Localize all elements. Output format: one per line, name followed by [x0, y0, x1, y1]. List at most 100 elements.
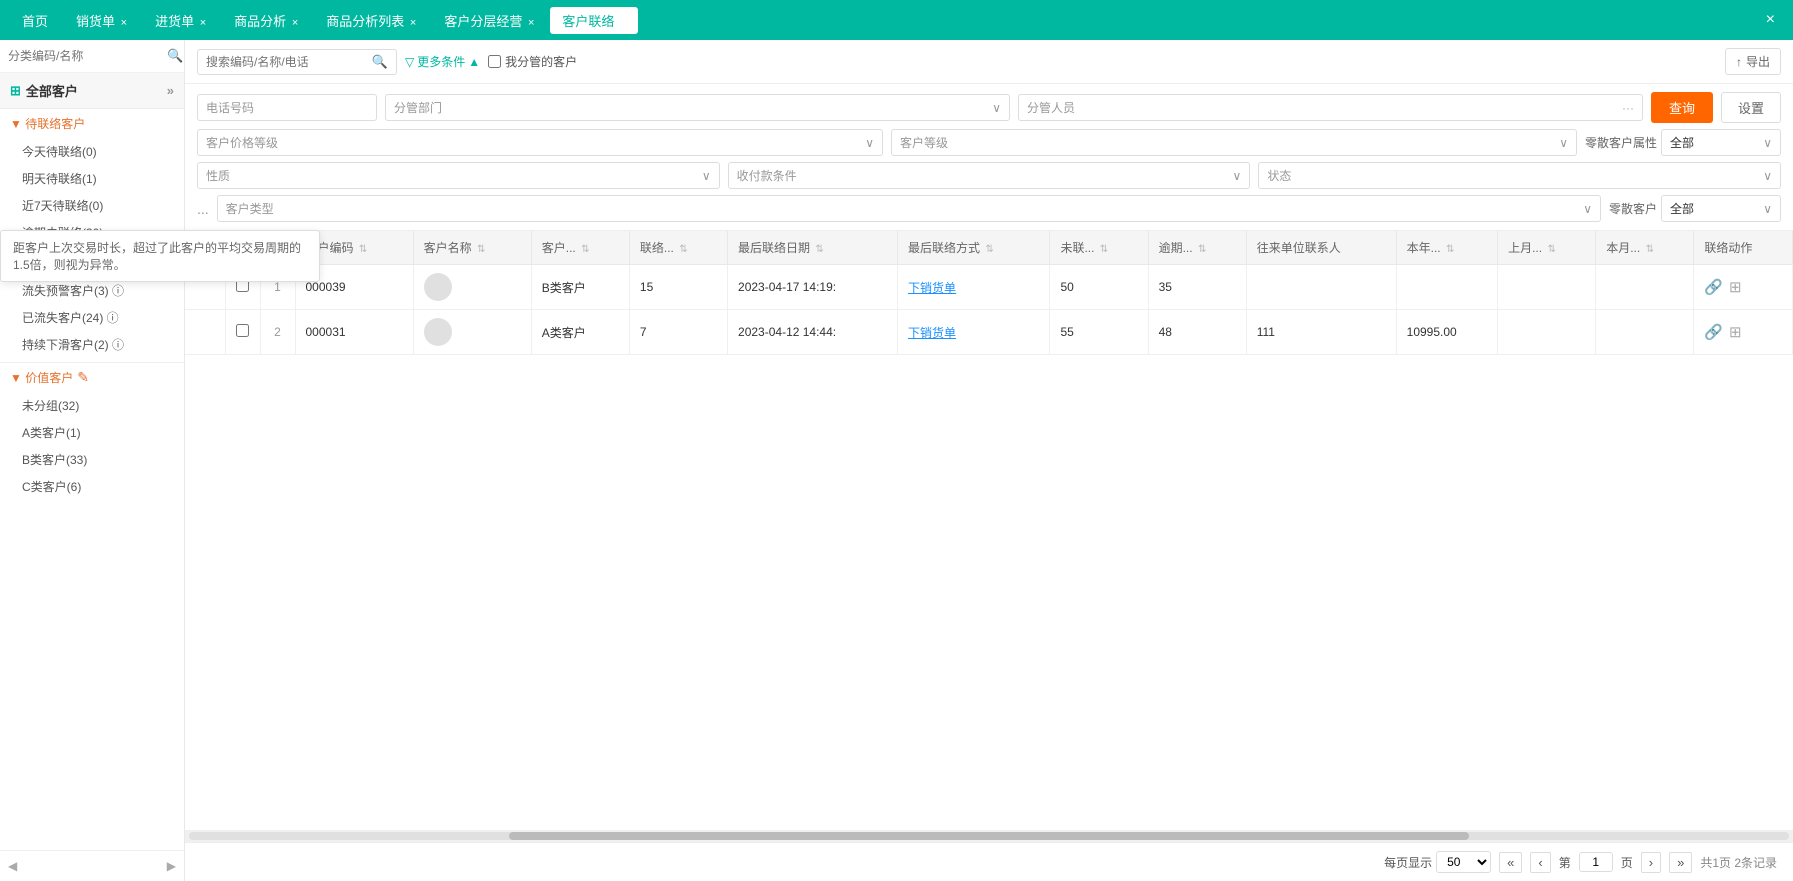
my-customer-checkbox[interactable]	[488, 55, 501, 68]
th-action: 联络动作	[1694, 231, 1793, 265]
sidebar-item-class-b[interactable]: B类客户(33)	[0, 446, 184, 473]
sort-code-icon[interactable]: ⇅	[359, 244, 367, 255]
sidebar-item-tomorrow[interactable]: 明天待联络(1)	[0, 165, 184, 192]
row-unit-contact: 111	[1246, 310, 1396, 355]
th-last-contact-date: 最后联络日期 ⇅	[728, 231, 898, 265]
price-level-field[interactable]: 客户价格等级 ∨	[197, 129, 883, 156]
first-page-btn[interactable]: «	[1499, 852, 1522, 873]
payment-field[interactable]: 收付款条件 ∨	[728, 162, 1251, 189]
customer-level-field[interactable]: 客户等级 ∨	[891, 129, 1577, 156]
nav-home[interactable]: 首页	[10, 7, 60, 34]
sidebar-item-churned[interactable]: 已流失客户(24) ⓘ	[0, 304, 184, 331]
nav-product-analysis-list[interactable]: 商品分析列表 ×	[314, 7, 428, 34]
sort-contact-icon[interactable]: ⇅	[679, 244, 687, 255]
edit-icon[interactable]: ✎	[77, 369, 89, 386]
department-label: 分管部门	[394, 99, 984, 116]
export-button[interactable]: ↑ 导出	[1725, 48, 1781, 75]
phone-field[interactable]: 电话号码	[197, 94, 377, 121]
my-customer-label: 我分管的客户	[505, 53, 577, 70]
sort-overdue-icon[interactable]: ⇅	[1198, 244, 1206, 255]
filter-search-icon[interactable]: 🔍	[372, 54, 388, 70]
customer-type-field[interactable]: 客户类型 ∨	[217, 195, 1601, 222]
sort-last-date-icon[interactable]: ⇅	[815, 244, 823, 255]
row-settings	[185, 310, 225, 355]
retail-customer-value: 全部	[1670, 200, 1694, 217]
sidebar-scroll-left[interactable]: ◀	[8, 859, 17, 873]
sidebar-item-class-c[interactable]: C类客户(6)	[0, 473, 184, 500]
sort-last-month-icon[interactable]: ⇅	[1547, 244, 1555, 255]
status-field[interactable]: 状态 ∨	[1258, 162, 1781, 189]
close-purchase-order[interactable]: ×	[200, 17, 206, 29]
action-grid-icon[interactable]: ⊞	[1729, 278, 1742, 296]
content-area: 🔍 ▽ 更多条件 ▲ 我分管的客户 ↑ 导出 电话号码	[185, 40, 1793, 881]
last-contact-link[interactable]: 下销货单	[908, 326, 956, 340]
close-customer-segmentation[interactable]: ×	[528, 17, 534, 29]
department-field[interactable]: 分管部门 ∨	[385, 94, 1010, 121]
scroll-thumb[interactable]	[509, 832, 1469, 840]
more-dots[interactable]: ...	[197, 201, 209, 217]
sort-this-year-icon[interactable]: ⇅	[1446, 244, 1454, 255]
current-page-input[interactable]	[1579, 852, 1613, 872]
last-page-btn[interactable]: »	[1669, 852, 1692, 873]
filter-conditions: 电话号码 分管部门 ∨ 分管人员 ··· 查询 设置 客户价格等级 ∨	[185, 84, 1793, 231]
nature-field[interactable]: 性质 ∨	[197, 162, 720, 189]
query-button[interactable]: 查询	[1651, 92, 1713, 123]
collapse-sidebar-icon[interactable]: »	[167, 83, 174, 98]
action-link-icon[interactable]: 🔗	[1704, 278, 1723, 296]
avatar	[424, 273, 452, 301]
row-overdue: 48	[1148, 310, 1246, 355]
value-group-header[interactable]: ▼ 价值客户 ✎	[0, 363, 184, 392]
filter-search-input[interactable]	[206, 55, 368, 69]
nav-customer-segmentation[interactable]: 客户分层经营 ×	[432, 7, 546, 34]
sort-category-icon[interactable]: ⇅	[581, 244, 589, 255]
sidebar-search-input[interactable]	[8, 49, 163, 63]
filter-more-conditions[interactable]: ▽ 更多条件 ▲	[405, 53, 480, 70]
next-page-btn[interactable]: ›	[1641, 852, 1661, 873]
close-customer-contact[interactable]: ×	[620, 17, 626, 29]
sidebar-bottom: ◀ ▶	[0, 850, 184, 881]
close-product-analysis-list[interactable]: ×	[410, 17, 416, 29]
more-conditions-label: 更多条件	[417, 53, 465, 70]
row-checkbox-cell	[225, 310, 260, 355]
page-label: 第	[1559, 854, 1571, 871]
last-contact-link[interactable]: 下销货单	[908, 281, 956, 295]
per-page-select[interactable]: 50 100 200	[1436, 851, 1491, 873]
sort-uncontacted-icon[interactable]: ⇅	[1100, 244, 1108, 255]
row-checkbox[interactable]	[236, 324, 249, 337]
nav-product-analysis[interactable]: 商品分析 ×	[222, 7, 310, 34]
sort-name-icon[interactable]: ⇅	[477, 244, 485, 255]
sort-this-month-icon[interactable]: ⇅	[1646, 244, 1654, 255]
sidebar-item-ungrouped[interactable]: 未分组(32)	[0, 392, 184, 419]
customer-table: ⚙ 客户编码 ⇅ 客户名称 ⇅	[185, 231, 1793, 355]
action-link-icon[interactable]: 🔗	[1704, 323, 1723, 341]
sidebar-search-icon[interactable]: 🔍	[167, 48, 183, 64]
horizontal-scrollbar[interactable]	[185, 830, 1793, 842]
status-arrow: ∨	[1763, 169, 1772, 183]
retail-customer-field[interactable]: 全部 ∨	[1661, 195, 1781, 222]
tooltip-box: 距客户上次交易时长，超过了此客户的平均交易周期的1.5倍，则视为异常。	[0, 230, 185, 282]
payment-label: 收付款条件	[737, 167, 1225, 184]
sidebar-item-class-a[interactable]: A类客户(1)	[0, 419, 184, 446]
nav-customer-contact[interactable]: 客户联络 ×	[550, 7, 638, 34]
close-product-analysis[interactable]: ×	[292, 17, 298, 29]
nav-purchase-order[interactable]: 进货单 ×	[143, 7, 218, 34]
pending-group-header[interactable]: ▼ 待联络客户	[0, 109, 184, 138]
table-row: 2 000031 A类客户 7 2023-04-12 14:44: 下销货单 5…	[185, 310, 1793, 355]
customer-type-arrow: ∨	[1583, 202, 1592, 216]
th-overdue: 逾期... ⇅	[1148, 231, 1246, 265]
close-all-tabs[interactable]: ×	[1758, 7, 1783, 33]
th-contact: 联络... ⇅	[629, 231, 727, 265]
nav-sales-order[interactable]: 销货单 ×	[64, 7, 139, 34]
close-sales-order[interactable]: ×	[121, 17, 127, 29]
retail-attr-field[interactable]: 全部 ∨	[1661, 129, 1781, 156]
sidebar-item-7days[interactable]: 近7天待联络(0)	[0, 192, 184, 219]
all-customers-header[interactable]: ⊞ 全部客户 »	[0, 73, 184, 109]
sidebar-item-declining[interactable]: 持续下滑客户(2) ⓘ	[0, 331, 184, 358]
action-grid-icon[interactable]: ⊞	[1729, 323, 1742, 341]
supervisor-field[interactable]: 分管人员 ···	[1018, 94, 1643, 121]
sidebar-item-today[interactable]: 今天待联络(0)	[0, 138, 184, 165]
sidebar-scroll-right[interactable]: ▶	[167, 859, 176, 873]
settings-button[interactable]: 设置	[1721, 92, 1781, 123]
prev-page-btn[interactable]: ‹	[1530, 852, 1550, 873]
sort-last-method-icon[interactable]: ⇅	[985, 244, 993, 255]
